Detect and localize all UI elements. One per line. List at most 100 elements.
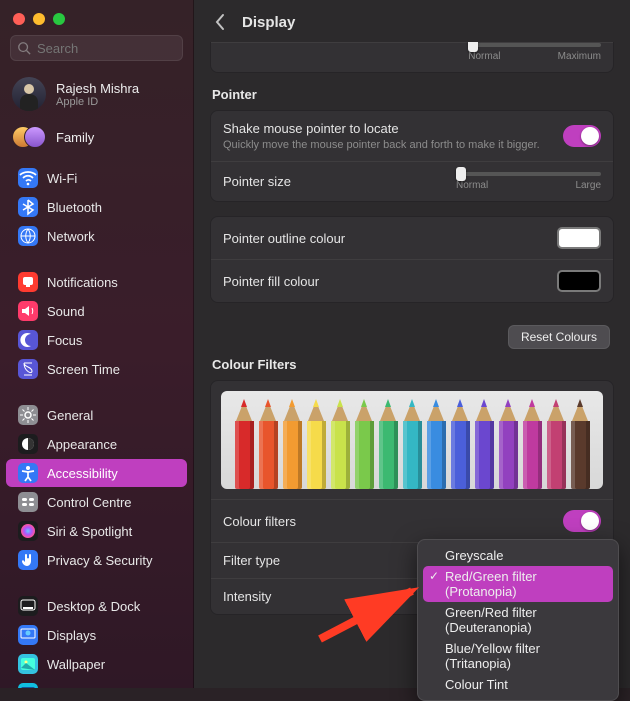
pencil: [402, 401, 423, 489]
sidebar-item-label: Siri & Spotlight: [47, 524, 132, 539]
apple-id-row[interactable]: Rajesh Mishra Apple ID: [0, 71, 193, 117]
sidebar-item-network[interactable]: Network: [6, 222, 187, 250]
colour-filters-heading: Colour Filters: [212, 357, 612, 372]
sidebar-item-siri[interactable]: Siri & Spotlight: [6, 517, 187, 545]
sidebar-item-displays[interactable]: Displays: [6, 621, 187, 649]
sidebar-item-label: Appearance: [47, 437, 117, 452]
sidebar-item-label: Privacy & Security: [47, 553, 152, 568]
pencil: [354, 401, 375, 489]
pointer-heading: Pointer: [212, 87, 612, 102]
menu-item-0[interactable]: Greyscale: [423, 545, 613, 566]
sidebar-item-accessibility[interactable]: Accessibility: [6, 459, 187, 487]
window-traffic-lights: [0, 0, 193, 35]
colour-filters-toggle[interactable]: [563, 510, 601, 532]
pencil: [546, 401, 567, 489]
shake-desc: Quickly move the mouse pointer back and …: [223, 139, 540, 151]
controlcentre-icon: [18, 492, 38, 512]
siri-icon: [18, 521, 38, 541]
pencil: [306, 401, 327, 489]
wifi-icon: [18, 168, 38, 188]
sidebar-item-desktop[interactable]: Desktop & Dock: [6, 592, 187, 620]
page-title: Display: [242, 14, 295, 31]
pointer-size-slider[interactable]: [456, 172, 601, 176]
pointer-size-label: Pointer size: [223, 174, 291, 189]
filter-type-label: Filter type: [223, 553, 280, 568]
sidebar-item-wallpaper[interactable]: Wallpaper: [6, 650, 187, 678]
network-icon: [18, 226, 38, 246]
user-avatar: [12, 77, 46, 111]
pencil: [570, 401, 591, 489]
pencil: [282, 401, 303, 489]
zoom-window-button[interactable]: [53, 13, 65, 25]
sidebar-item-label: Accessibility: [47, 466, 118, 481]
nav-list: Wi-Fi Bluetooth Network Notifications Sound F…: [0, 157, 193, 688]
pencil: [450, 401, 471, 489]
reset-colours-row: Reset Colours: [210, 317, 614, 351]
pointer-colours-group: Pointer outline colour Pointer fill colo…: [210, 216, 614, 303]
accessibility-icon: [18, 463, 38, 483]
sidebar-item-label: Notifications: [47, 275, 118, 290]
sidebar-item-label: Bluetooth: [47, 200, 102, 215]
pencil: [474, 401, 495, 489]
intensity-label: Intensity: [223, 589, 271, 604]
sidebar-item-focus[interactable]: Focus: [6, 326, 187, 354]
family-label: Family: [56, 130, 94, 145]
outline-colour-well[interactable]: [557, 227, 601, 249]
sidebar-item-bluetooth[interactable]: Bluetooth: [6, 193, 187, 221]
filter-type-menu[interactable]: GreyscaleRed/Green filter (Protanopia)Gr…: [417, 539, 619, 701]
family-row[interactable]: Family: [0, 117, 193, 157]
appearance-icon: [18, 434, 38, 454]
user-sub: Apple ID: [56, 96, 139, 108]
sidebar-item-label: Control Centre: [47, 495, 132, 510]
screentime-icon: [18, 359, 38, 379]
reset-colours-button[interactable]: Reset Colours: [508, 325, 610, 349]
pointer-group: Shake mouse pointer to locate Quickly mo…: [210, 110, 614, 202]
sidebar-item-label: Screen Time: [47, 362, 120, 377]
sidebar-item-general[interactable]: General: [6, 401, 187, 429]
pencil: [378, 401, 399, 489]
fill-colour-label: Pointer fill colour: [223, 274, 319, 289]
sidebar-item-screensaver[interactable]: Screen Saver: [6, 679, 187, 688]
general-icon: [18, 405, 38, 425]
sidebar-item-label: Desktop & Dock: [47, 599, 140, 614]
display-contrast-slider[interactable]: [468, 43, 601, 47]
back-button[interactable]: [210, 12, 230, 32]
pencil: [498, 401, 519, 489]
sidebar-item-notifications[interactable]: Notifications: [6, 268, 187, 296]
sidebar-item-wifi[interactable]: Wi-Fi: [6, 164, 187, 192]
desktop-icon: [18, 596, 38, 616]
privacy-icon: [18, 550, 38, 570]
shake-label: Shake mouse pointer to locate: [223, 121, 540, 136]
sidebar-item-label: Wallpaper: [47, 657, 105, 672]
menu-item-1[interactable]: Red/Green filter (Protanopia): [423, 566, 613, 602]
pencil: [426, 401, 447, 489]
header: Display: [194, 0, 630, 42]
user-name: Rajesh Mishra: [56, 81, 139, 96]
pencil: [522, 401, 543, 489]
wallpaper-icon: [18, 654, 38, 674]
sidebar-item-appearance[interactable]: Appearance: [6, 430, 187, 458]
notifications-icon: [18, 272, 38, 292]
sidebar-item-privacy[interactable]: Privacy & Security: [6, 546, 187, 574]
pencil: [258, 401, 279, 489]
sidebar-item-screentime[interactable]: Screen Time: [6, 355, 187, 383]
minimize-window-button[interactable]: [33, 13, 45, 25]
shake-toggle[interactable]: [563, 125, 601, 147]
sidebar-item-sound[interactable]: Sound: [6, 297, 187, 325]
menu-item-2[interactable]: Green/Red filter (Deuteranopia): [423, 602, 613, 638]
close-window-button[interactable]: [13, 13, 25, 25]
annotation-arrow: [312, 577, 432, 650]
focus-icon: [18, 330, 38, 350]
colour-filters-label: Colour filters: [223, 514, 296, 529]
screensaver-icon: [18, 683, 38, 688]
fill-colour-well[interactable]: [557, 270, 601, 292]
search-input[interactable]: [10, 35, 183, 61]
sidebar-item-label: Sound: [47, 304, 85, 319]
sidebar: Rajesh Mishra Apple ID Family Wi-Fi Bluet…: [0, 0, 194, 688]
sidebar-item-controlcentre[interactable]: Control Centre: [6, 488, 187, 516]
bluetooth-icon: [18, 197, 38, 217]
outline-colour-label: Pointer outline colour: [223, 231, 345, 246]
displays-icon: [18, 625, 38, 645]
menu-item-3[interactable]: Blue/Yellow filter (Tritanopia): [423, 638, 613, 674]
menu-item-4[interactable]: Colour Tint: [423, 674, 613, 695]
